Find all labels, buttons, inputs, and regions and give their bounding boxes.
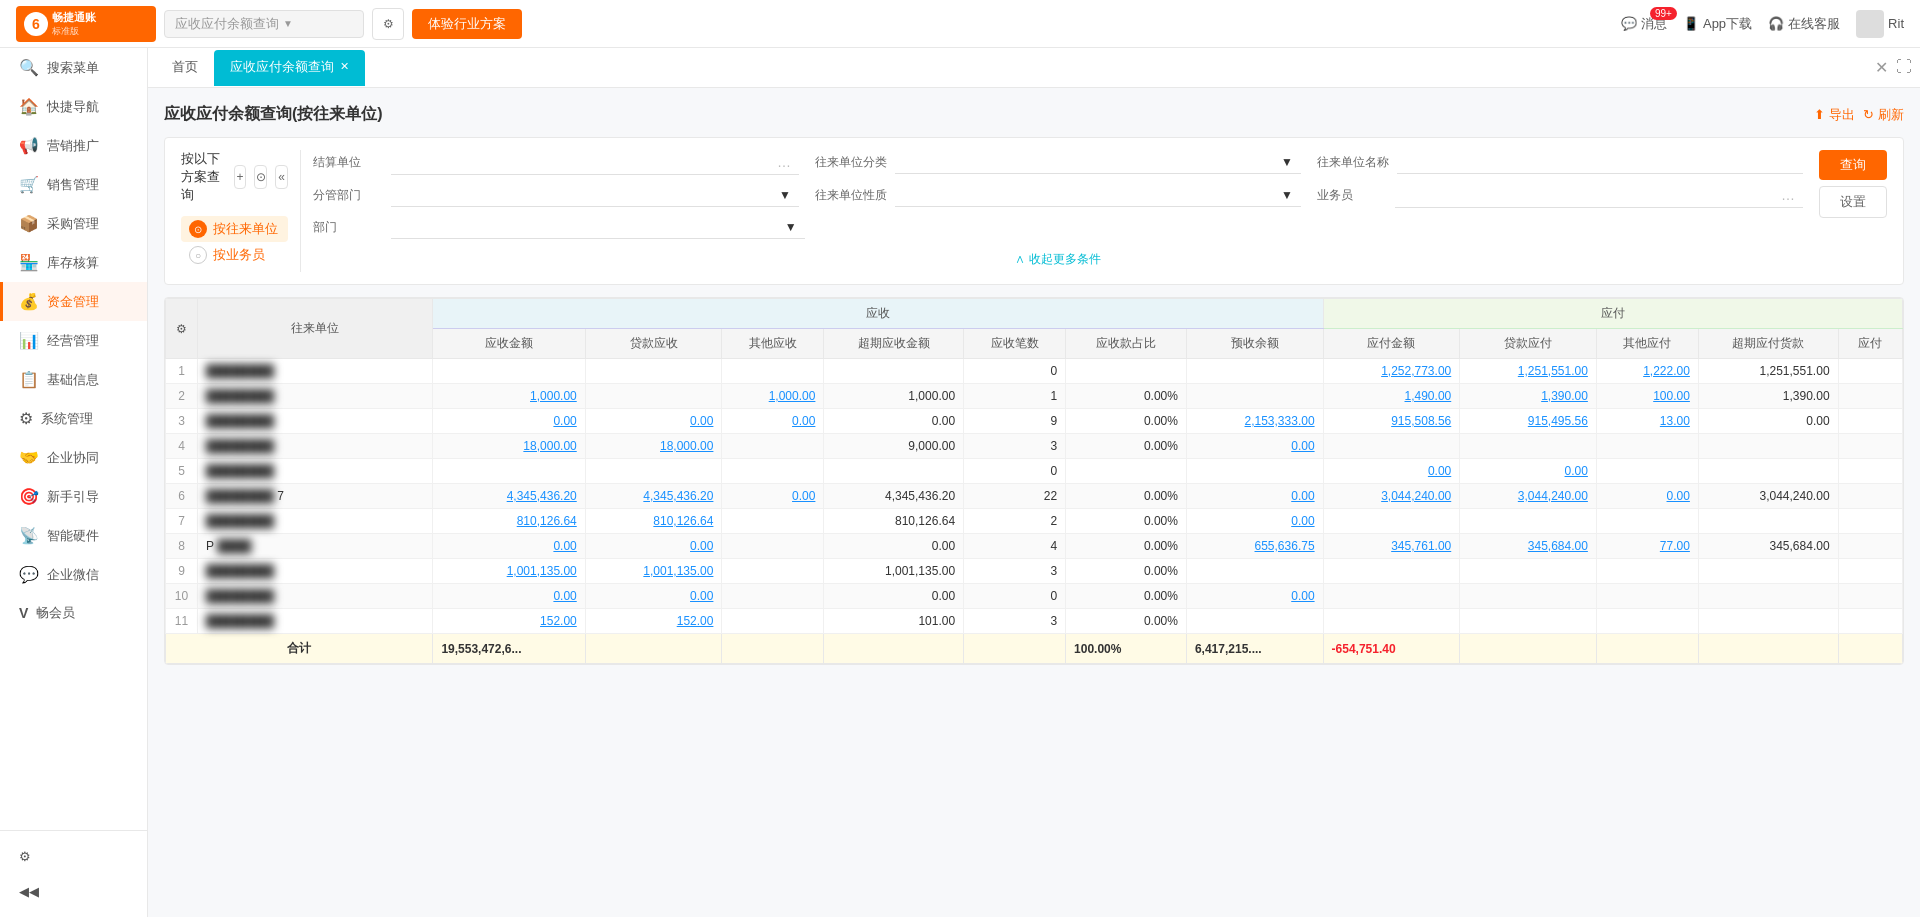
message-badge: 99+ — [1650, 7, 1677, 20]
avatar — [1856, 10, 1884, 38]
chevron-down-icon: ▼ — [283, 18, 293, 29]
top-bar-right: 💬 消息 99+ 📱 App下载 🎧 在线客服 Rit — [1621, 10, 1904, 38]
online-service-button[interactable]: 🎧 在线客服 — [1768, 15, 1840, 33]
top-bar: 6 畅捷通账 标准版 应收应付余额查询 ▼ ⚙ 体验行业方案 💬 消息 99+ … — [0, 0, 1920, 48]
service-icon: 🎧 — [1768, 16, 1784, 31]
message-icon: 💬 — [1621, 16, 1637, 31]
breadcrumb[interactable]: 应收应付余额查询 ▼ — [164, 10, 364, 38]
app-version: 标准版 — [52, 25, 96, 38]
app-download-button[interactable]: 📱 App下载 — [1683, 15, 1752, 33]
settings-icon[interactable]: ⚙ — [372, 8, 404, 40]
top-bar-left: 6 畅捷通账 标准版 应收应付余额查询 ▼ ⚙ 体验行业方案 — [16, 6, 1621, 42]
download-icon: 📱 — [1683, 16, 1699, 31]
user-name: Rit — [1888, 16, 1904, 31]
app-download-label: App下载 — [1703, 15, 1752, 33]
breadcrumb-text: 应收应付余额查询 — [175, 15, 279, 33]
app-name: 畅捷通账 — [52, 10, 96, 25]
industry-button[interactable]: 体验行业方案 — [412, 9, 522, 39]
message-button[interactable]: 💬 消息 99+ — [1621, 15, 1667, 33]
user-profile[interactable]: Rit — [1856, 10, 1904, 38]
online-service-label: 在线客服 — [1788, 15, 1840, 33]
app-logo[interactable]: 6 畅捷通账 标准版 — [16, 6, 156, 42]
